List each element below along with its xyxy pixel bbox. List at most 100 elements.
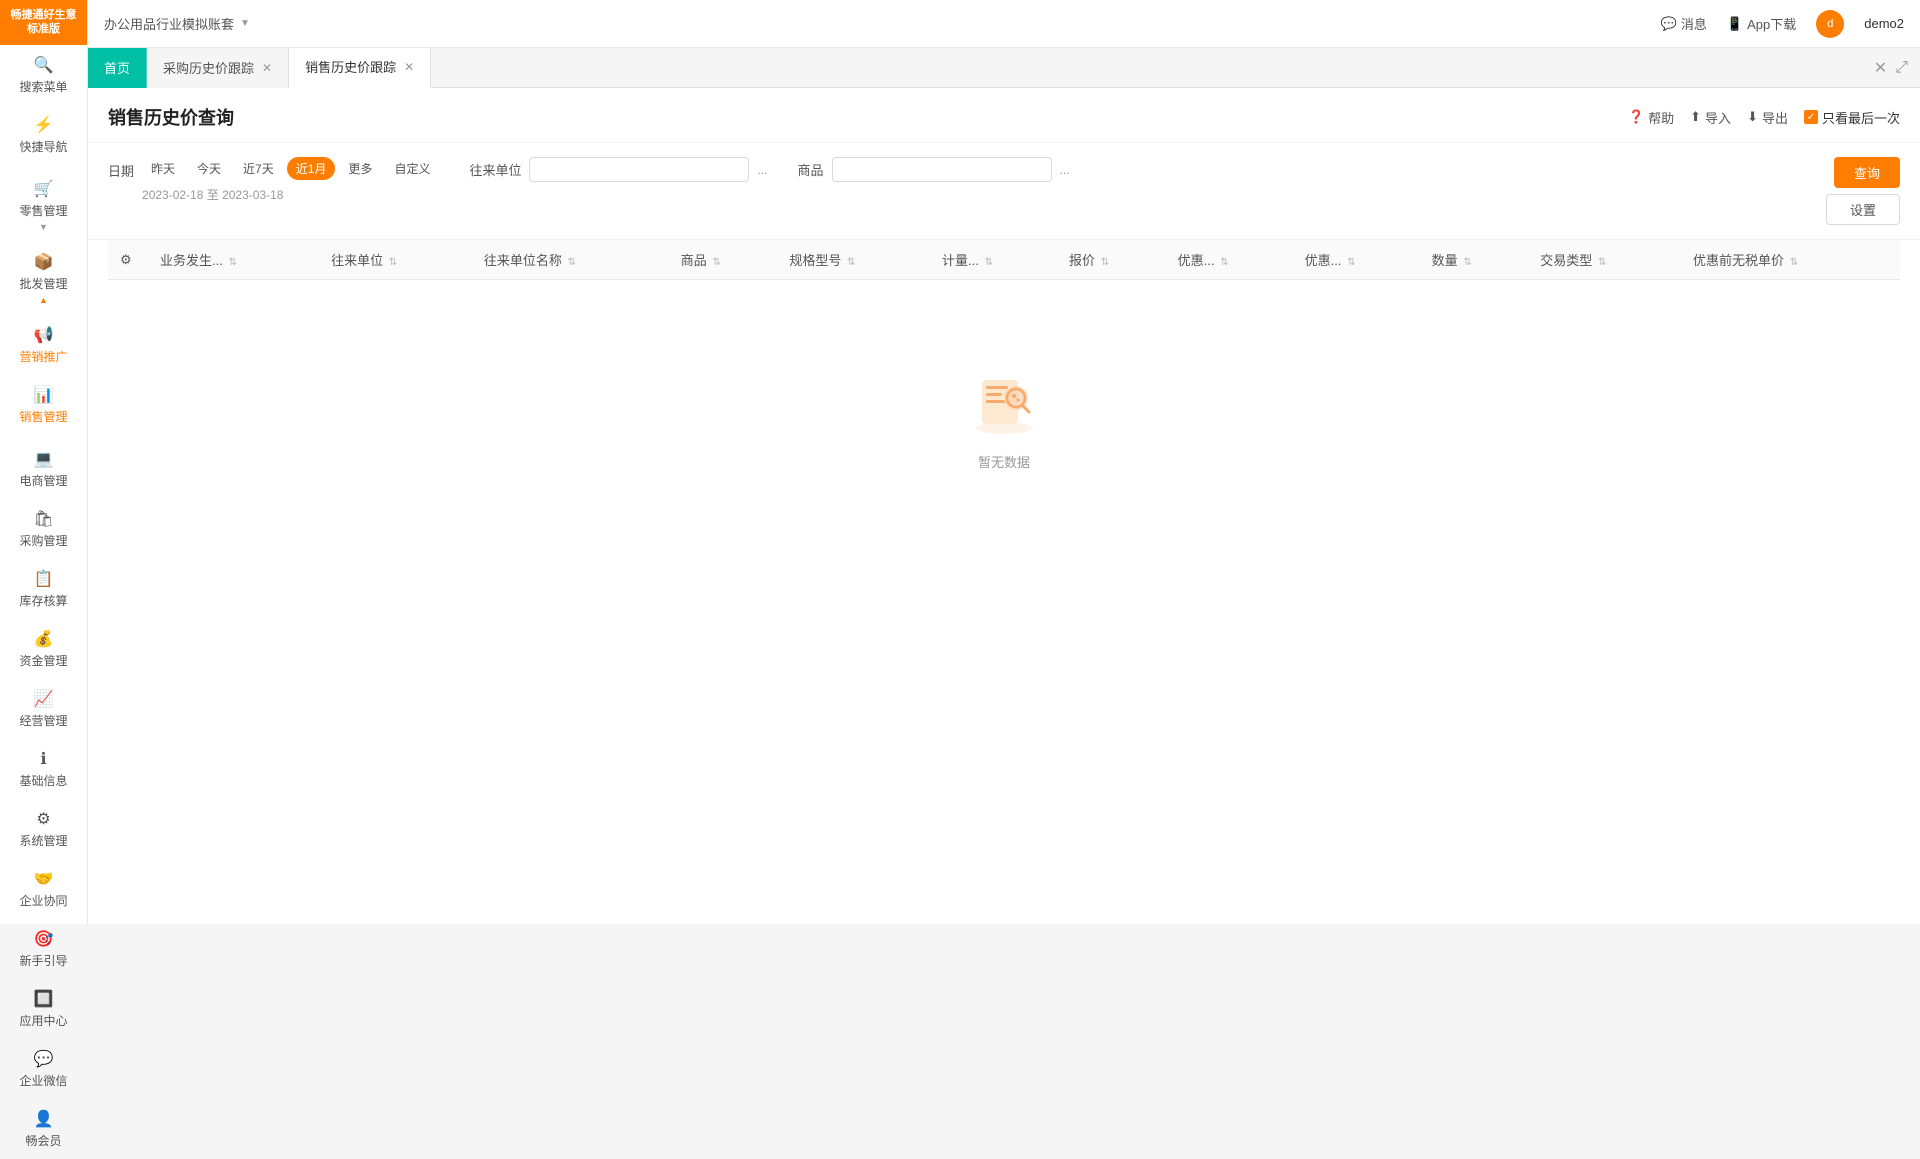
goods-filter-label: 商品 xyxy=(797,160,823,179)
sidebar-item-finance[interactable]: 💰 资金管理 xyxy=(0,619,87,679)
tab-sales-history[interactable]: 销售历史价跟踪 ✕ xyxy=(289,48,431,88)
date-btn-today[interactable]: 今天 xyxy=(188,157,230,180)
date-btn-7days[interactable]: 近7天 xyxy=(234,157,283,180)
tab-maximize-icon[interactable]: ⤢ xyxy=(1895,59,1908,77)
only-last-checkbox[interactable] xyxy=(1804,110,1818,124)
col-unit[interactable]: 计量... ⇅ xyxy=(930,240,1057,280)
import-icon: ⬆ xyxy=(1690,109,1701,125)
search-button[interactable]: 查询 xyxy=(1834,157,1900,188)
basic-info-icon: ℹ xyxy=(40,749,46,769)
import-btn[interactable]: ⬆ 导入 xyxy=(1690,108,1731,127)
sidebar-item-member[interactable]: 👤 畅会员 xyxy=(0,1099,87,1159)
message-btn[interactable]: 💬 消息 xyxy=(1661,14,1707,33)
sidebar-item-apps[interactable]: 🔲 应用中心 xyxy=(0,979,87,1039)
partner-input-dots[interactable]: ... xyxy=(757,163,767,177)
sidebar-item-search[interactable]: 🔍 搜索菜单 xyxy=(0,45,87,105)
date-btn-yesterday[interactable]: 昨天 xyxy=(142,157,184,180)
goods-input[interactable] xyxy=(832,157,1052,182)
col-goods[interactable]: 商品 ⇅ xyxy=(669,240,778,280)
tab-purchase-history[interactable]: 采购历史价跟踪 ✕ xyxy=(147,48,289,88)
download-icon: 📱 xyxy=(1727,16,1743,32)
sidebar-item-wholesale[interactable]: 📦 批发管理 ▲ xyxy=(0,242,87,315)
date-filter-label: 日期 xyxy=(108,157,134,180)
col-spec-label: 规格型号 xyxy=(789,253,841,268)
marketing-icon: 📢 xyxy=(34,325,54,345)
app-download-btn[interactable]: 📱 App下载 xyxy=(1727,14,1796,33)
col-partner-name[interactable]: 往来单位名称 ⇅ xyxy=(472,240,669,280)
empty-state-text: 暂无数据 xyxy=(978,452,1030,471)
sidebar-item-label: 库存核算 xyxy=(19,592,67,609)
sidebar-item-wechat[interactable]: 💬 企业微信 xyxy=(0,1039,87,1099)
col-pretax-price[interactable]: 优惠前无税单价 ⇅ xyxy=(1681,240,1900,280)
member-icon: 👤 xyxy=(34,1109,54,1129)
tab-home[interactable]: 首页 xyxy=(88,48,147,88)
sidebar-item-basic-info[interactable]: ℹ 基础信息 xyxy=(0,739,87,799)
help-btn[interactable]: ❓ 帮助 xyxy=(1628,108,1674,127)
date-buttons: 昨天 今天 近7天 近1月 更多 自定义 xyxy=(142,157,439,180)
sidebar-item-ecommerce[interactable]: 💻 电商管理 xyxy=(0,439,87,499)
col-partner-code-label: 往来单位 xyxy=(331,253,383,268)
page-title-bar: 销售历史价查询 ❓ 帮助 ⬆ 导入 ⬇ 导出 只看最后一次 xyxy=(88,88,1920,143)
col-discount1[interactable]: 优惠... ⇅ xyxy=(1166,240,1293,280)
export-icon: ⬇ xyxy=(1747,109,1758,125)
date-btn-1month[interactable]: 近1月 xyxy=(287,157,336,180)
col-trade-type[interactable]: 交易类型 ⇅ xyxy=(1528,240,1681,280)
wechat-icon: 💬 xyxy=(34,1049,54,1069)
tab-sales-close-icon[interactable]: ✕ xyxy=(404,60,414,74)
tab-bar: 首页 采购历史价跟踪 ✕ 销售历史价跟踪 ✕ ✕ ⤢ xyxy=(88,48,1920,88)
sidebar-item-operations[interactable]: 📈 经营管理 xyxy=(0,679,87,739)
sidebar-item-sales[interactable]: 📊 销售管理 xyxy=(0,375,87,435)
col-partner-code[interactable]: 往来单位 ⇅ xyxy=(319,240,472,280)
sales-icon: 📊 xyxy=(34,385,54,405)
sidebar-item-quick-nav[interactable]: ⚡ 快捷导航 xyxy=(0,105,87,165)
col-quote[interactable]: 报价 ⇅ xyxy=(1057,240,1166,280)
app-logo-subtext: 标准版 xyxy=(27,22,60,36)
sidebar-item-purchase[interactable]: 🛍 采购管理 xyxy=(0,499,87,559)
date-filter-options: 昨天 今天 近7天 近1月 更多 自定义 2023-02-18 至 2023-0… xyxy=(142,157,439,203)
col-quantity[interactable]: 数量 ⇅ xyxy=(1420,240,1529,280)
col-business-date[interactable]: 业务发生... ⇅ xyxy=(148,240,319,280)
workspace-arrow-icon: ▼ xyxy=(240,18,250,29)
goods-input-dots[interactable]: ... xyxy=(1060,163,1070,177)
tab-purchase-close-icon[interactable]: ✕ xyxy=(262,61,272,75)
tab-purchase-label: 采购历史价跟踪 xyxy=(163,58,254,77)
sidebar-item-label: 销售管理 xyxy=(19,408,67,425)
partner-filter-label: 往来单位 xyxy=(469,160,521,179)
empty-state: 暂无数据 xyxy=(108,280,1900,551)
workspace-selector[interactable]: 办公用品行业模拟账套 ▼ xyxy=(104,14,250,33)
col-quantity-label: 数量 xyxy=(1432,253,1458,268)
export-btn[interactable]: ⬇ 导出 xyxy=(1747,108,1788,127)
sidebar-item-enterprise[interactable]: 🤝 企业协同 xyxy=(0,859,87,919)
sort-discount2-icon: ⇅ xyxy=(1347,257,1355,268)
tab-close-all-icon[interactable]: ✕ xyxy=(1874,58,1887,78)
only-last-wrapper[interactable]: 只看最后一次 xyxy=(1804,108,1900,127)
retail-icon: 🛒 xyxy=(34,179,54,199)
main-area: 办公用品行业模拟账套 ▼ 💬 消息 📱 App下载 d demo2 首页 采购历… xyxy=(88,0,1920,924)
sidebar-item-inventory[interactable]: 📋 库存核算 xyxy=(0,559,87,619)
col-discount2[interactable]: 优惠... ⇅ xyxy=(1293,240,1420,280)
col-trade-type-label: 交易类型 xyxy=(1540,253,1592,268)
settings-button[interactable]: 设置 xyxy=(1826,194,1900,225)
sort-partner-name-icon: ⇅ xyxy=(567,257,575,268)
sidebar-item-guide[interactable]: 🎯 新手引导 xyxy=(0,919,87,979)
sort-spec-icon: ⇅ xyxy=(847,257,855,268)
help-icon: ❓ xyxy=(1628,109,1644,125)
sidebar-item-retail[interactable]: 🛒 零售管理 ▼ xyxy=(0,169,87,242)
system-icon: ⚙ xyxy=(36,809,50,829)
sidebar-item-label: 营销推广 xyxy=(19,348,67,365)
inventory-icon: 📋 xyxy=(34,569,54,589)
date-btn-custom[interactable]: 自定义 xyxy=(385,157,439,180)
retail-arrow-icon: ▼ xyxy=(39,222,48,232)
col-business-date-label: 业务发生... xyxy=(160,253,223,268)
col-spec[interactable]: 规格型号 ⇅ xyxy=(777,240,930,280)
sort-discount1-icon: ⇅ xyxy=(1220,257,1228,268)
partner-filter-group: 往来单位 ... xyxy=(469,157,767,182)
sidebar-item-label: 企业协同 xyxy=(19,892,67,909)
partner-input[interactable] xyxy=(529,157,749,182)
sidebar-item-marketing[interactable]: 📢 营销推广 xyxy=(0,315,87,375)
user-avatar[interactable]: d xyxy=(1816,10,1844,38)
date-btn-more[interactable]: 更多 xyxy=(339,157,381,180)
operations-icon: 📈 xyxy=(34,689,54,709)
col-settings-icon[interactable]: ⚙ xyxy=(120,252,132,267)
sidebar-item-system[interactable]: ⚙ 系统管理 xyxy=(0,799,87,859)
